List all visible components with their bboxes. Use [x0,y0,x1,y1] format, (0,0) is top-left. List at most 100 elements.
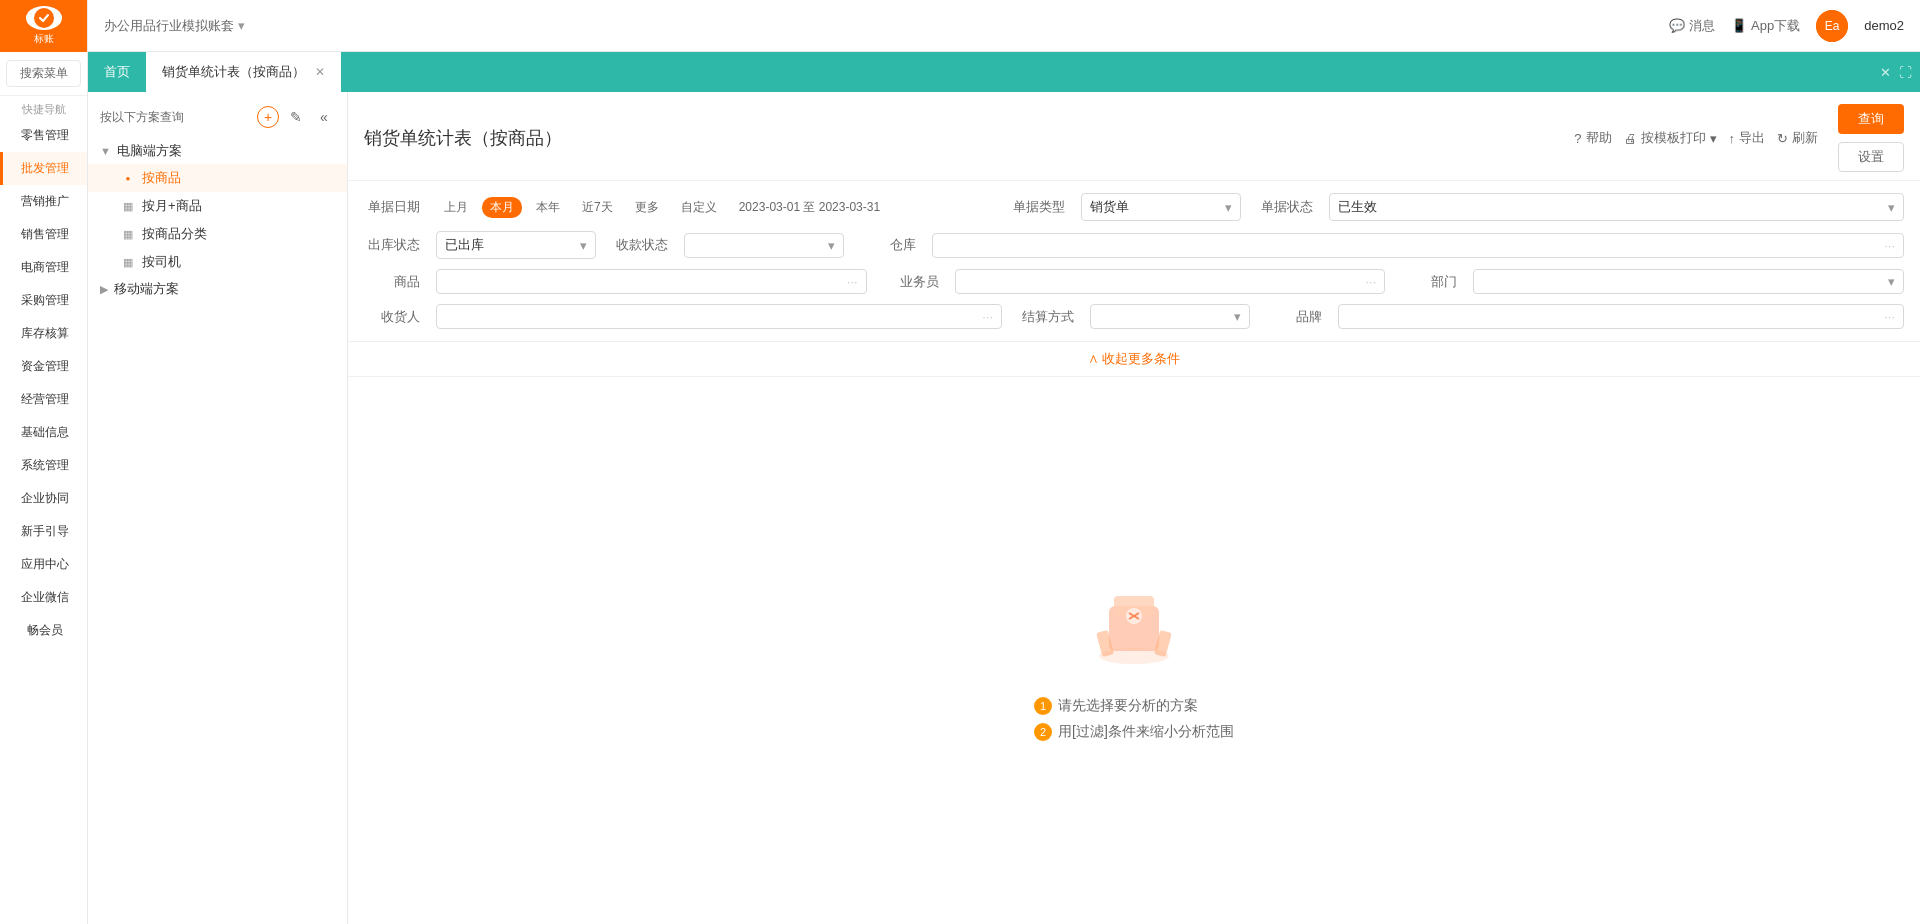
staff-input[interactable]: ··· [955,269,1386,294]
brand-dots-icon: ··· [1884,309,1895,324]
tree-expand-icon: ▼ [100,145,111,157]
logo[interactable]: 标账 [0,0,87,52]
edit-scheme-button[interactable]: ✎ [285,106,307,128]
doc-type-select[interactable]: 销货单 ▾ [1081,193,1241,221]
page-title-bar: 销货单统计表（按商品） ? 帮助 🖨 按模板打印 ▾ ↑ 导出 [348,92,1920,181]
doc-status-select[interactable]: 已生效 ▾ [1329,193,1904,221]
sidebar-item-basic[interactable]: 基础信息 [0,416,87,449]
filter-row-4: 收货人 ··· 结算方式 ▾ 品牌 ··· [364,304,1904,329]
settings-button[interactable]: 设置 [1838,142,1904,172]
print-icon: 🖨 [1624,131,1637,146]
sidebar-search[interactable]: 搜索菜单 [0,52,87,96]
tree-child-icon-goods: ● [120,170,136,186]
top-header: 办公用品行业模拟账套 ▾ 💬 消息 📱 App下载 Ea demo2 [88,0,1920,52]
payment-status-select[interactable]: ▾ [684,233,844,258]
doc-type-chevron-icon: ▾ [1225,200,1232,215]
brand-input[interactable]: ··· [1338,304,1904,329]
empty-icon [1074,561,1194,681]
tree-child-label-month: 按月+商品 [142,197,202,215]
doc-status-value: 已生效 [1338,198,1377,216]
filter-area: 单据日期 上月 本月 本年 近7天 更多 自定义 2023-03-01 至 20… [348,181,1920,342]
tree-child-label-category: 按商品分类 [142,225,207,243]
date-filter: 上月 本月 本年 近7天 更多 自定义 2023-03-01 至 2023-03… [436,197,993,218]
right-panel: 销货单统计表（按商品） ? 帮助 🖨 按模板打印 ▾ ↑ 导出 [348,92,1920,924]
export-icon: ↑ [1729,131,1736,146]
add-scheme-button[interactable]: + [257,106,279,128]
goods-label: 商品 [364,273,420,291]
help-button[interactable]: ? 帮助 [1574,129,1611,147]
refresh-button[interactable]: ↻ 刷新 [1777,129,1818,147]
tree-child-icon-category: ▦ [120,226,136,242]
tab-close-button[interactable]: ✕ [315,65,325,79]
download-icon: 📱 [1731,18,1747,33]
warehouse-value: 已出库 [445,236,484,254]
tree-child-label-goods: 按商品 [142,169,181,187]
sidebar-item-retail[interactable]: 零售管理 [0,119,87,152]
tree-child-by-goods[interactable]: ● 按商品 [88,164,347,192]
tree-parent-pc[interactable]: ▼ 电脑端方案 [88,138,347,164]
app-download-button[interactable]: 📱 App下载 [1731,17,1800,35]
date-btn-custom[interactable]: 自定义 [673,197,725,218]
goods-input[interactable]: ··· [436,269,867,294]
sidebar-item-system[interactable]: 系统管理 [0,449,87,482]
print-arrow-icon: ▾ [1710,131,1717,146]
left-panel: 按以下方案查询 + ✎ « ▼ 电脑端方案 ● 按商品 ▦ 按月 [88,92,348,924]
date-btn-current-year[interactable]: 本年 [528,197,568,218]
empty-hint-num-2: 2 [1034,723,1052,741]
receiver-label: 收货人 [364,308,420,326]
date-btn-7days[interactable]: 近7天 [574,197,621,218]
brand-label: 品牌 [1266,308,1322,326]
close-tab-button[interactable]: ✕ [1880,65,1891,80]
doc-type-label: 单据类型 [1009,198,1065,216]
tree-parent-mobile[interactable]: ▶ 移动端方案 [88,276,347,302]
payment-method-select[interactable]: ▾ [1090,304,1250,329]
page-title-actions: ? 帮助 🖨 按模板打印 ▾ ↑ 导出 ↻ 刷新 [1574,104,1904,172]
empty-text: 1 请先选择要分析的方案 2 用[过滤]条件来缩小分析范围 [1034,697,1234,741]
export-button[interactable]: ↑ 导出 [1729,129,1766,147]
print-button[interactable]: 🖨 按模板打印 ▾ [1624,129,1717,147]
tree-child-by-category[interactable]: ▦ 按商品分类 [88,220,347,248]
date-range-text: 2023-03-01 至 2023-03-31 [739,199,880,216]
tree-child-by-cashier[interactable]: ▦ 按司机 [88,248,347,276]
sidebar-item-guide[interactable]: 新手引导 [0,515,87,548]
sidebar-item-wechat[interactable]: 企业微信 [0,581,87,614]
date-btn-current-month[interactable]: 本月 [482,197,522,218]
payment-status-label: 收款状态 [612,236,668,254]
doc-type-value: 销货单 [1090,198,1129,216]
dept-select[interactable]: ▾ [1473,269,1904,294]
collapse-panel-button[interactable]: « [313,106,335,128]
goods-dots-icon: ··· [847,274,858,289]
tab-home-label: 首页 [104,63,130,81]
tree-child-icon-cashier: ▦ [120,254,136,270]
collapse-bar[interactable]: ∧ 收起更多条件 [348,342,1920,377]
tree-child-by-month-goods[interactable]: ▦ 按月+商品 [88,192,347,220]
user-avatar[interactable]: Ea [1816,10,1848,42]
date-btn-last-month[interactable]: 上月 [436,197,476,218]
sidebar-item-appstore[interactable]: 应用中心 [0,548,87,581]
tab-home[interactable]: 首页 [88,52,146,92]
sidebar-item-inventory[interactable]: 库存核算 [0,317,87,350]
tab-report[interactable]: 销货单统计表（按商品） ✕ [146,52,341,92]
collapse-label: ∧ 收起更多条件 [1088,351,1181,366]
app-name-chevron[interactable]: ▾ [238,18,245,33]
sidebar-item-purchase[interactable]: 采购管理 [0,284,87,317]
sidebar-item-ecommerce[interactable]: 电商管理 [0,251,87,284]
maximize-button[interactable]: ⛶ [1899,65,1912,80]
sidebar-item-enterprise[interactable]: 企业协同 [0,482,87,515]
warehouse-select[interactable]: 已出库 ▾ [436,231,596,259]
sidebar-item-operation[interactable]: 经营管理 [0,383,87,416]
filter-row-2: 出库状态 已出库 ▾ 收款状态 ▾ 仓库 ··· [364,231,1904,259]
warehouse2-input[interactable]: ··· [932,233,1904,258]
search-menu-button[interactable]: 搜索菜单 [6,60,81,87]
query-button[interactable]: 查询 [1838,104,1904,134]
app-name-text: 办公用品行业模拟账套 [104,17,234,35]
sidebar-item-member[interactable]: 畅会员 [0,614,87,647]
date-btn-more[interactable]: 更多 [627,197,667,218]
sidebar-item-wholesale[interactable]: 批发管理 [0,152,87,185]
empty-hint-text-1: 请先选择要分析的方案 [1058,697,1198,715]
sidebar-item-sales[interactable]: 销售管理 [0,218,87,251]
sidebar-item-finance[interactable]: 资金管理 [0,350,87,383]
receiver-input[interactable]: ··· [436,304,1002,329]
message-button[interactable]: 💬 消息 [1669,17,1715,35]
sidebar-item-marketing[interactable]: 营销推广 [0,185,87,218]
